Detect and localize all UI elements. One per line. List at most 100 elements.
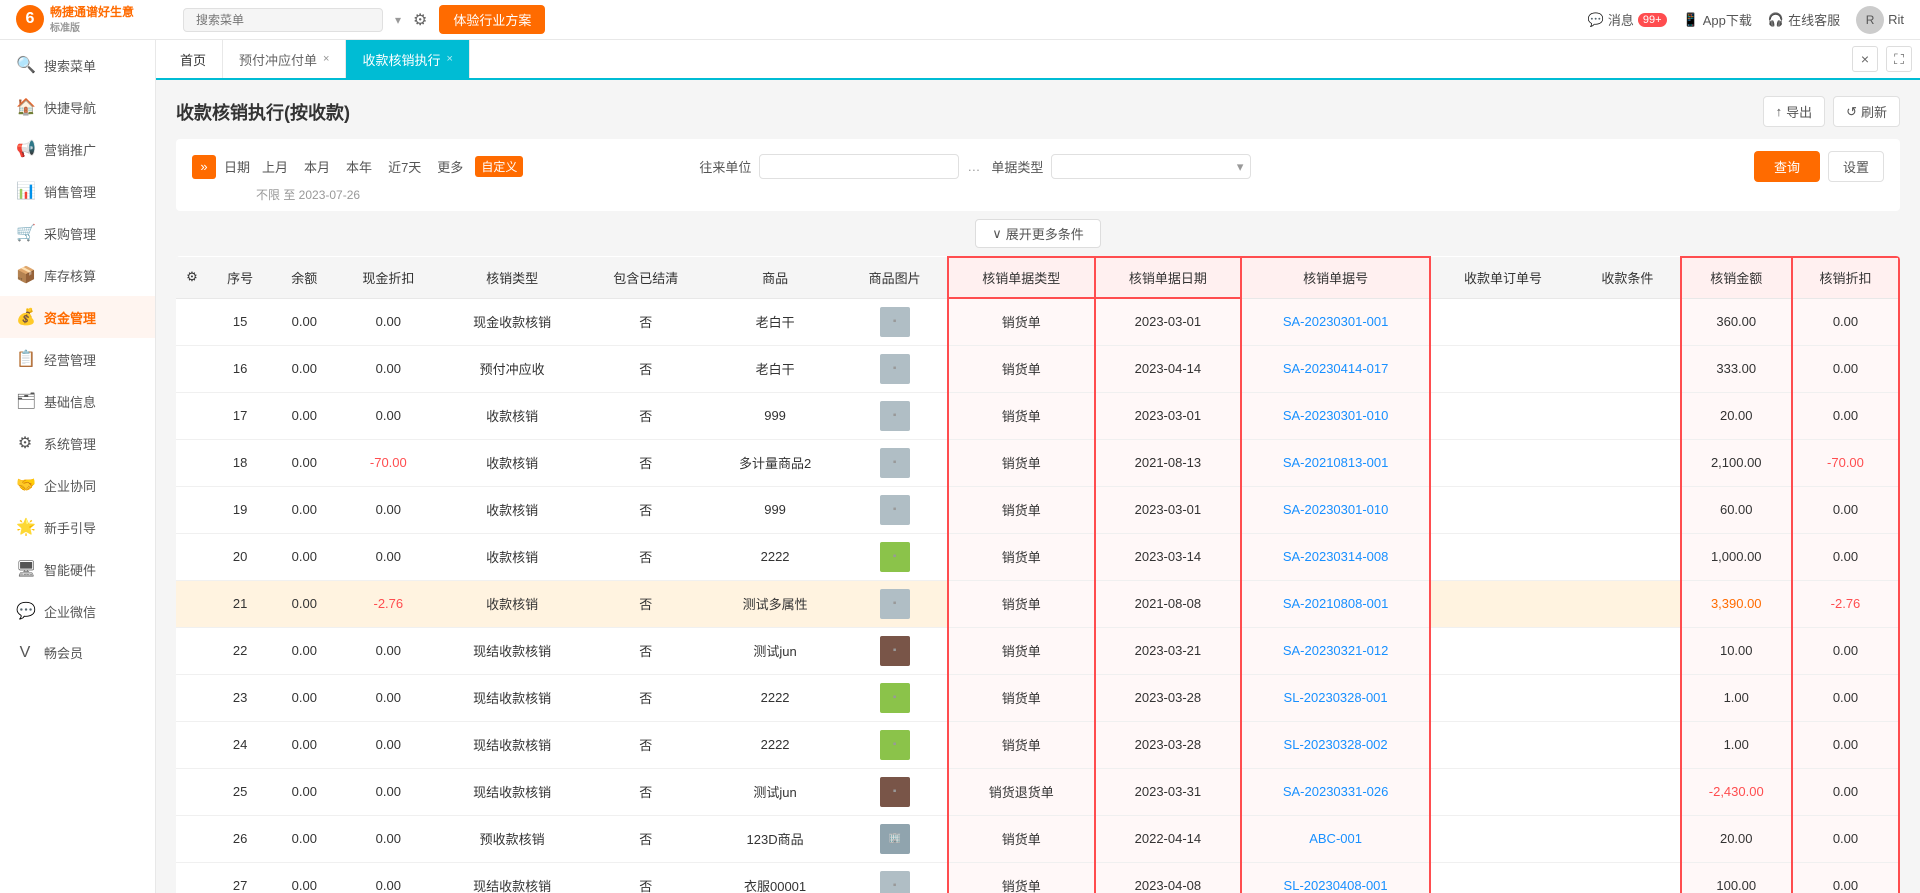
tab-receipt-close-icon[interactable]: × [446, 53, 452, 65]
cell-verify-bill-date: 2023-03-01 [1095, 486, 1242, 533]
logo-badge: 标准版 [50, 19, 134, 34]
industry-btn[interactable]: 体验行业方案 [439, 5, 545, 34]
cell-verify-bill-no: SA-20230301-010 [1241, 486, 1430, 533]
bill-no-link[interactable]: SA-20230301-001 [1283, 314, 1389, 329]
sidebar-item-enterprise-wx[interactable]: 💬 企业微信 [0, 590, 155, 632]
cell-goods-img: 🏢 [842, 815, 947, 862]
date-this-year-btn[interactable]: 本年 [342, 155, 376, 178]
sidebar-item-vip[interactable]: V 畅会员 [0, 632, 155, 673]
goods-image: ▪ [880, 448, 910, 478]
sidebar-item-finance[interactable]: 💰 资金管理 [0, 296, 155, 338]
cell-verify-bill-no: SA-20230301-010 [1241, 392, 1430, 439]
col-verify-amount: 核销金额 [1681, 257, 1792, 298]
cell-settings [176, 486, 208, 533]
col-verify-bill-no: 核销单据号 [1241, 257, 1430, 298]
sidebar-item-search[interactable]: 🔍 搜索菜单 [0, 44, 155, 86]
col-verify-bill-type: 核销单据类型 [948, 257, 1095, 298]
message-btn[interactable]: 💬 消息 99+ [1588, 10, 1667, 29]
settings-filter-btn[interactable]: 设置 [1828, 151, 1884, 182]
tab-prepay[interactable]: 预付冲应付单 × [223, 40, 346, 78]
export-btn[interactable]: ↑ 导出 [1763, 96, 1826, 127]
tab-expand-btn[interactable]: ⛶ [1886, 46, 1912, 72]
cell-settings [176, 439, 208, 486]
sidebar-label-system: 系统管理 [44, 434, 96, 453]
cell-verify-bill-no: SL-20230328-002 [1241, 721, 1430, 768]
sidebar-item-marketing[interactable]: 📢 营销推广 [0, 128, 155, 170]
cell-verify-type: 现结收款核销 [440, 627, 584, 674]
main-content: 首页 预付冲应付单 × 收款核销执行 × × ⛶ 收款 [156, 40, 1920, 893]
goods-image: 🏢 [880, 824, 910, 854]
tab-receipt[interactable]: 收款核销执行 × [346, 40, 469, 78]
bill-no-link[interactable]: SA-20230314-008 [1283, 549, 1389, 564]
date-last-month-btn[interactable]: 上月 [258, 155, 292, 178]
user-btn[interactable]: R Rit [1856, 6, 1904, 34]
bill-type-select[interactable] [1051, 154, 1251, 179]
cell-settings [176, 627, 208, 674]
cell-verify-bill-type: 销货单 [948, 345, 1095, 392]
cell-cash-discount: 0.00 [336, 298, 440, 345]
sidebar-item-enterprise[interactable]: 🤝 企业协同 [0, 464, 155, 506]
bill-no-link[interactable]: SL-20230408-001 [1284, 878, 1388, 893]
gear-icon[interactable]: ⚙ [413, 10, 427, 30]
export-icon: ↑ [1776, 104, 1783, 119]
cell-include-settled: 否 [584, 815, 708, 862]
sidebar-label-enterprise-wx: 企业微信 [44, 602, 96, 621]
cell-verify-bill-type: 销货单 [948, 674, 1095, 721]
filter-expand-btn[interactable]: » [192, 155, 216, 179]
expand-conditions-btn[interactable]: ∨ 展开更多条件 [975, 219, 1101, 248]
cell-include-settled: 否 [584, 298, 708, 345]
cell-balance: 0.00 [272, 439, 336, 486]
tab-prepay-close-icon[interactable]: × [323, 53, 329, 65]
sidebar-item-business[interactable]: 📋 经营管理 [0, 338, 155, 380]
cell-receipt-condition [1575, 533, 1680, 580]
cell-verify-amount: 1,000.00 [1681, 533, 1792, 580]
cell-goods-img: ▪ [842, 345, 947, 392]
col-verify-bill-date: 核销单据日期 [1095, 257, 1242, 298]
online-service-btn[interactable]: 🎧 在线客服 [1768, 10, 1840, 29]
smart-hw-icon: 🖥 [16, 559, 34, 579]
cell-verify-amount: -2,430.00 [1681, 768, 1792, 815]
cell-verify-type: 现结收款核销 [440, 768, 584, 815]
sidebar-item-purchase[interactable]: 🛒 采购管理 [0, 212, 155, 254]
sidebar-item-inventory[interactable]: 📦 库存核算 [0, 254, 155, 296]
sidebar-item-basic-info[interactable]: 🗂 基础信息 [0, 380, 155, 422]
search-input[interactable] [183, 8, 383, 32]
refresh-btn[interactable]: ↺ 刷新 [1833, 96, 1900, 127]
sidebar-item-system[interactable]: ⚙ 系统管理 [0, 422, 155, 464]
bill-no-link[interactable]: SA-20230301-010 [1283, 502, 1389, 517]
bill-no-link[interactable]: SA-20230414-017 [1283, 361, 1389, 376]
date-7days-btn[interactable]: 近7天 [384, 155, 425, 178]
sidebar-item-smart-hw[interactable]: 🖥 智能硬件 [0, 548, 155, 590]
cell-verify-amount: 333.00 [1681, 345, 1792, 392]
sidebar-item-quick-nav[interactable]: 🏠 快捷导航 [0, 86, 155, 128]
bill-no-link[interactable]: SL-20230328-002 [1284, 737, 1388, 752]
counterpart-input[interactable] [759, 154, 959, 179]
bill-no-link[interactable]: SA-20230321-012 [1283, 643, 1389, 658]
logo-name: 畅捷通谱好生意 [50, 5, 134, 19]
cell-receipt-condition [1575, 768, 1680, 815]
cell-goods: 老白干 [708, 345, 843, 392]
cell-balance: 0.00 [272, 533, 336, 580]
cell-receipt-condition [1575, 392, 1680, 439]
page-title: 收款核销执行(按收款) [176, 99, 350, 125]
bill-no-link[interactable]: SA-20230331-026 [1283, 784, 1389, 799]
app-download-btn[interactable]: 📱 App下载 [1683, 10, 1752, 29]
bill-no-link[interactable]: ABC-001 [1309, 831, 1362, 846]
bill-no-link[interactable]: SA-20210813-001 [1283, 455, 1389, 470]
cell-verify-amount: 3,390.00 [1681, 580, 1792, 627]
bill-no-link[interactable]: SA-20230301-010 [1283, 408, 1389, 423]
bill-no-link[interactable]: SL-20230328-001 [1284, 690, 1388, 705]
sidebar-item-newbie[interactable]: 🌟 新手引导 [0, 506, 155, 548]
cell-verify-type: 预付冲应收 [440, 345, 584, 392]
query-btn[interactable]: 查询 [1754, 151, 1820, 182]
date-more-btn[interactable]: 更多 [433, 155, 467, 178]
date-this-month-btn[interactable]: 本月 [300, 155, 334, 178]
tab-home[interactable]: 首页 [164, 40, 223, 78]
cell-receipt-condition [1575, 721, 1680, 768]
tab-close-btn[interactable]: × [1852, 46, 1878, 72]
sidebar-item-sales[interactable]: 📊 销售管理 [0, 170, 155, 212]
date-custom-btn[interactable]: 自定义 [475, 156, 523, 177]
cell-include-settled: 否 [584, 392, 708, 439]
bill-no-link[interactable]: SA-20210808-001 [1283, 596, 1389, 611]
col-settings[interactable]: ⚙ [176, 257, 208, 298]
